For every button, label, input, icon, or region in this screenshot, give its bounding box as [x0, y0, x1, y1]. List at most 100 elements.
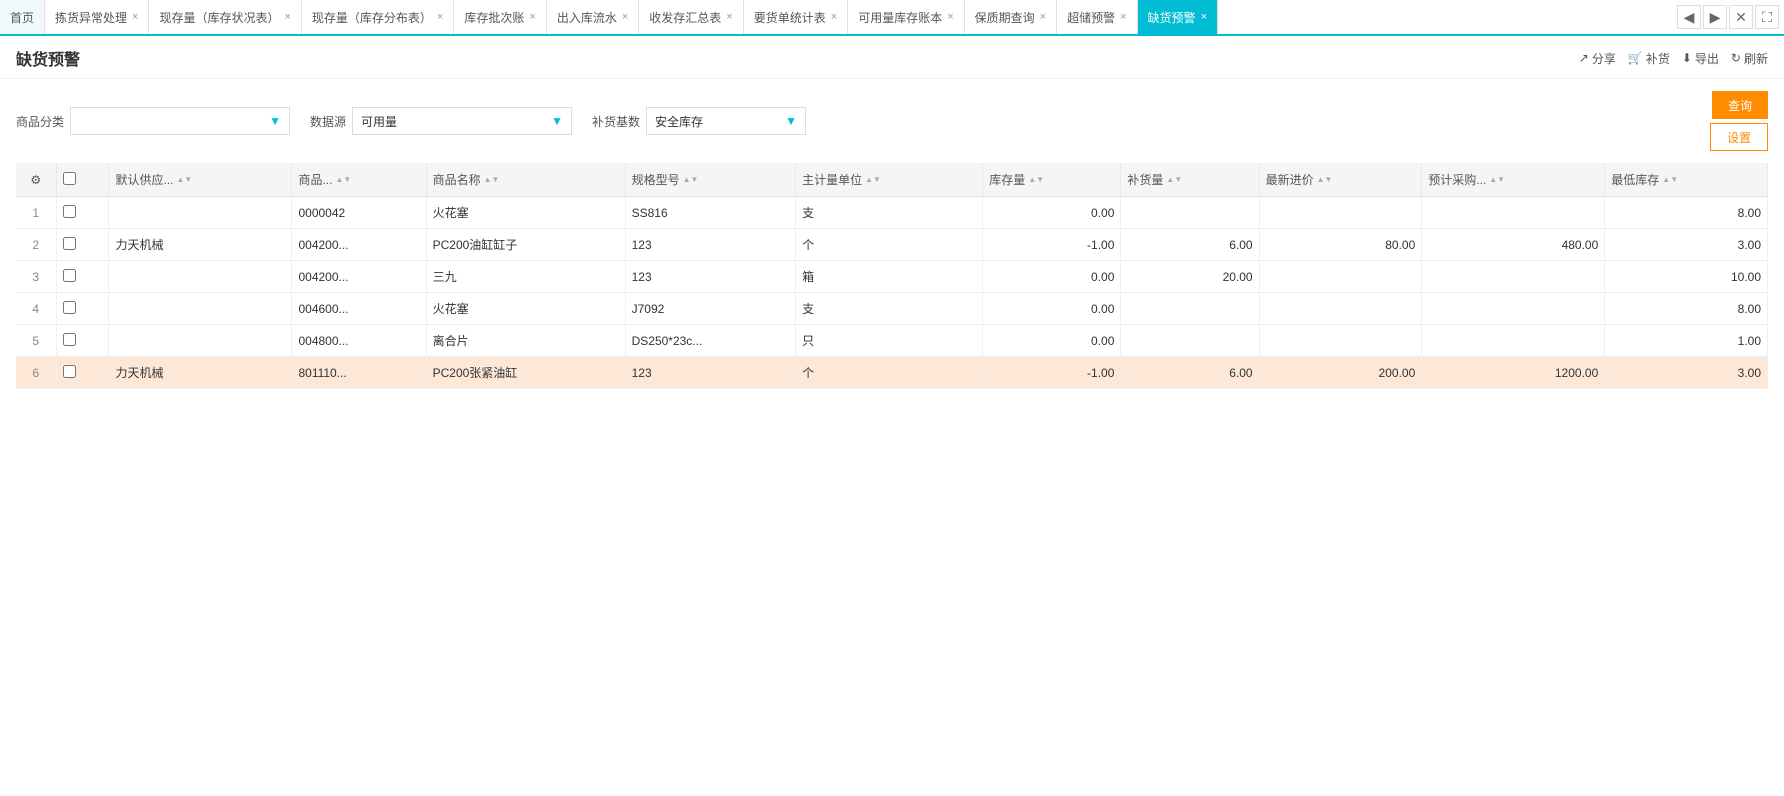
tab-close-inout-flow[interactable]: ×	[622, 11, 628, 23]
tab-receive-summary[interactable]: 收发存汇总表 ×	[639, 0, 743, 34]
tab-nav-buttons: ◀ ▶ ✕ ⛶	[1672, 5, 1784, 29]
datasource-value: 可用量	[361, 113, 397, 130]
sort-stock-icon[interactable]: ▲▼	[1028, 176, 1044, 184]
cell-checkbox	[56, 325, 109, 357]
replenish-base-arrow-icon: ▼	[785, 114, 797, 128]
export-icon: ⬇	[1682, 51, 1692, 65]
row-checkbox-4[interactable]	[63, 333, 76, 346]
sort-code-icon[interactable]: ▲▼	[335, 176, 351, 184]
query-button[interactable]: 查询	[1712, 91, 1768, 119]
cell-latest-price	[1259, 197, 1422, 229]
tab-fullscreen-button[interactable]: ⛶	[1755, 5, 1779, 29]
tab-close-shortage[interactable]: ×	[1201, 11, 1207, 23]
cell-product-name: 火花塞	[426, 293, 625, 325]
tab-close-inventory-status[interactable]: ×	[284, 11, 290, 23]
tab-order-stats[interactable]: 要货单统计表 ×	[744, 0, 848, 34]
th-stock: 库存量 ▲▼	[983, 163, 1121, 197]
replenish-base-select[interactable]: 安全库存 ▼	[646, 107, 806, 135]
th-product-name: 商品名称 ▲▼	[426, 163, 625, 197]
cell-supplier: 力天机械	[109, 229, 292, 261]
table-container: ⚙ 默认供应... ▲▼ 商品... ▲▼	[0, 163, 1784, 389]
tab-abnormal[interactable]: 拣货异常处理 ×	[45, 0, 149, 34]
cell-replenish-qty: 6.00	[1121, 229, 1259, 261]
tab-close-abnormal[interactable]: ×	[132, 11, 138, 23]
sort-replenish-icon[interactable]: ▲▼	[1166, 176, 1182, 184]
tab-close-inventory-dist[interactable]: ×	[437, 11, 443, 23]
cell-checkbox	[56, 293, 109, 325]
replenish-button[interactable]: 🛒 补货	[1628, 50, 1670, 67]
tab-close-order-stats[interactable]: ×	[831, 11, 837, 23]
page-header: 缺货预警 ↗ 分享 🛒 补货 ⬇ 导出 ↻ 刷新	[0, 36, 1784, 79]
row-checkbox-1[interactable]	[63, 237, 76, 250]
cell-replenish-qty	[1121, 293, 1259, 325]
row-checkbox-3[interactable]	[63, 301, 76, 314]
share-button[interactable]: ↗ 分享	[1579, 50, 1616, 67]
category-label: 商品分类	[16, 113, 64, 130]
cell-latest-price	[1259, 293, 1422, 325]
cell-supplier	[109, 293, 292, 325]
tab-close-receive-summary[interactable]: ×	[726, 11, 732, 23]
row-checkbox-0[interactable]	[63, 205, 76, 218]
table-header-row: ⚙ 默认供应... ▲▼ 商品... ▲▼	[16, 163, 1768, 197]
cell-min-stock: 8.00	[1605, 293, 1768, 325]
tab-inventory-dist[interactable]: 现存量（库存分布表） ×	[302, 0, 454, 34]
tab-next-button[interactable]: ▶	[1703, 5, 1727, 29]
category-arrow-icon: ▼	[269, 114, 281, 128]
tab-expiry-query[interactable]: 保质期查询 ×	[965, 0, 1057, 34]
sort-supplier-icon[interactable]: ▲▼	[176, 176, 192, 184]
tab-inout-flow[interactable]: 出入库流水 ×	[547, 0, 639, 34]
cell-seq: 6	[16, 357, 56, 389]
sort-estimated-icon[interactable]: ▲▼	[1489, 176, 1505, 184]
th-replenish-qty: 补货量 ▲▼	[1121, 163, 1259, 197]
row-checkbox-2[interactable]	[63, 269, 76, 282]
cell-product-name: 离合片	[426, 325, 625, 357]
table-row: 5 004800... 离合片 DS250*23c... 只 0.00 1.00	[16, 325, 1768, 357]
replenish-base-label: 补货基数	[592, 113, 640, 130]
cell-latest-price	[1259, 325, 1422, 357]
sort-min-stock-icon[interactable]: ▲▼	[1662, 176, 1678, 184]
th-min-stock: 最低库存 ▲▼	[1605, 163, 1768, 197]
row-checkbox-5[interactable]	[63, 365, 76, 378]
tab-available-ledger[interactable]: 可用量库存账本 ×	[848, 0, 964, 34]
datasource-select[interactable]: 可用量 ▼	[352, 107, 572, 135]
page-title: 缺货预警	[16, 46, 80, 70]
sort-unit-icon[interactable]: ▲▼	[865, 176, 881, 184]
tab-bar: 首页 拣货异常处理 × 现存量（库存状况表） × 现存量（库存分布表） × 库存…	[0, 0, 1784, 36]
cell-stock: 0.00	[983, 261, 1121, 293]
cell-spec: 123	[625, 261, 796, 293]
cell-spec: 123	[625, 229, 796, 261]
cell-product-code: 004800...	[292, 325, 426, 357]
tab-close-all-button[interactable]: ✕	[1729, 5, 1753, 29]
sort-name-icon[interactable]: ▲▼	[484, 176, 500, 184]
cell-spec: J7092	[625, 293, 796, 325]
tab-prev-button[interactable]: ◀	[1677, 5, 1701, 29]
export-button[interactable]: ⬇ 导出	[1682, 50, 1719, 67]
cell-seq: 3	[16, 261, 56, 293]
tab-close-expiry-query[interactable]: ×	[1040, 11, 1046, 23]
cell-product-code: 004200...	[292, 261, 426, 293]
tab-inventory-status[interactable]: 现存量（库存状况表） ×	[149, 0, 301, 34]
table-settings-icon[interactable]: ⚙	[30, 173, 41, 187]
tab-close-available-ledger[interactable]: ×	[947, 11, 953, 23]
tab-overstock[interactable]: 超储预警 ×	[1057, 0, 1137, 34]
tab-shortage[interactable]: 缺货预警 ×	[1138, 0, 1218, 34]
select-all-checkbox[interactable]	[63, 172, 76, 185]
cell-seq: 1	[16, 197, 56, 229]
tab-close-batch-account[interactable]: ×	[529, 11, 535, 23]
cell-supplier	[109, 197, 292, 229]
sort-spec-icon[interactable]: ▲▼	[683, 176, 699, 184]
cell-unit: 支	[796, 197, 983, 229]
tab-batch-account[interactable]: 库存批次账 ×	[454, 0, 546, 34]
tab-close-overstock[interactable]: ×	[1120, 11, 1126, 23]
cell-stock: 0.00	[983, 325, 1121, 357]
refresh-button[interactable]: ↻ 刷新	[1731, 50, 1768, 67]
cell-min-stock: 8.00	[1605, 197, 1768, 229]
settings-button[interactable]: 设置	[1710, 123, 1768, 151]
sort-price-icon[interactable]: ▲▼	[1317, 176, 1333, 184]
cell-product-code: 004200...	[292, 229, 426, 261]
cell-unit: 个	[796, 357, 983, 389]
cell-checkbox	[56, 261, 109, 293]
cell-product-name: PC200张紧油缸	[426, 357, 625, 389]
tab-home[interactable]: 首页	[0, 0, 45, 34]
category-select[interactable]: ▼	[70, 107, 290, 135]
